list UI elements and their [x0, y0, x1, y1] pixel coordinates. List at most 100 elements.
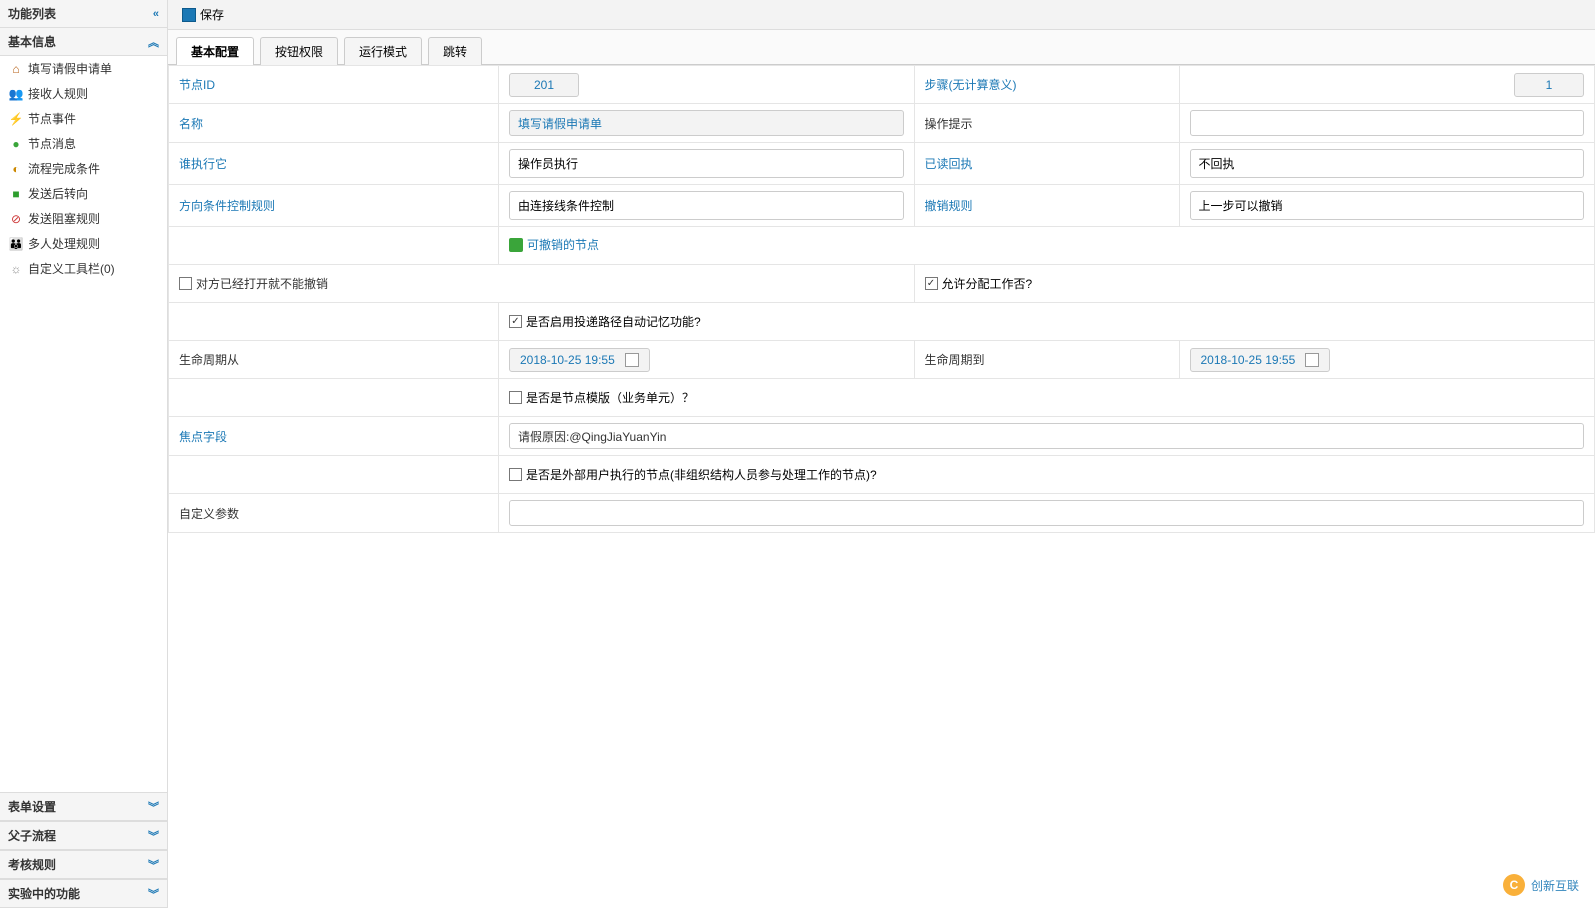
- sidebar-item-label: 发送后转向: [28, 185, 88, 202]
- calendar-icon: [625, 353, 639, 367]
- label-life-to: 生命周期到: [914, 341, 1179, 379]
- sidebar-item-label: 节点事件: [28, 110, 76, 127]
- sidebar: 功能列表 « 基本信息 ︽ ⌂填写请假申请单👥接收人规则⚡节点事件●节点消息◐流…: [0, 0, 168, 908]
- sidebar-footer-0[interactable]: 表单设置 ︾: [0, 792, 167, 821]
- sidebar-item-label: 填写请假申请单: [28, 60, 112, 77]
- label-revoke-rule[interactable]: 撤销规则: [925, 199, 973, 213]
- sidebar-title[interactable]: 功能列表 «: [0, 0, 167, 28]
- sidebar-item-label: 自定义工具栏(0): [28, 260, 115, 277]
- chk-auto-route-label: 是否启用投递路径自动记忆功能?: [526, 313, 701, 330]
- nav-icon: ●: [8, 136, 24, 152]
- label-custom-param: 自定义参数: [169, 494, 499, 533]
- tab-1[interactable]: 按钮权限: [260, 37, 338, 65]
- chk-auto-route[interactable]: 是否启用投递路径自动记忆功能?: [509, 313, 1584, 330]
- sidebar-item-label: 流程完成条件: [28, 160, 100, 177]
- sidebar-item-4[interactable]: ◐流程完成条件: [0, 156, 167, 181]
- calendar-icon: [1305, 353, 1319, 367]
- read-receipt-value: 不回执: [1199, 155, 1235, 172]
- nav-icon: ☼: [8, 261, 24, 277]
- label-step[interactable]: 步骤(无计算意义): [925, 78, 1017, 92]
- custom-param-input[interactable]: [509, 500, 1584, 526]
- op-tip-input[interactable]: [1190, 110, 1585, 136]
- sidebar-footer-2[interactable]: 考核规则 ︾: [0, 850, 167, 879]
- sidebar-footer-label: 实验中的功能: [8, 885, 80, 902]
- life-to-input[interactable]: 2018-10-25 19:55: [1190, 348, 1331, 372]
- label-direction-rule[interactable]: 方向条件控制规则: [179, 199, 275, 213]
- revokable-node-label: 可撤销的节点: [527, 236, 599, 253]
- section-basic-label: 基本信息: [8, 33, 56, 50]
- sidebar-item-2[interactable]: ⚡节点事件: [0, 106, 167, 131]
- checkbox-icon: [179, 277, 192, 290]
- sidebar-item-0[interactable]: ⌂填写请假申请单: [0, 56, 167, 81]
- sidebar-item-label: 发送阻塞规则: [28, 210, 100, 227]
- label-executor[interactable]: 谁执行它: [179, 157, 227, 171]
- sidebar-item-label: 接收人规则: [28, 85, 88, 102]
- save-label: 保存: [200, 6, 224, 23]
- sidebar-item-7[interactable]: 👪多人处理规则: [0, 231, 167, 256]
- tab-0[interactable]: 基本配置: [176, 37, 254, 65]
- read-receipt-dropdown[interactable]: 不回执: [1190, 149, 1585, 178]
- sidebar-item-label: 节点消息: [28, 135, 76, 152]
- chk-allow-assign-label: 允许分配工作否?: [942, 275, 1033, 292]
- life-from-value: 2018-10-25 19:55: [520, 353, 615, 367]
- label-read-receipt[interactable]: 已读回执: [925, 157, 973, 171]
- revokable-node-link[interactable]: 可撤销的节点: [509, 236, 599, 253]
- nav-icon: 👪: [8, 236, 24, 252]
- sidebar-item-1[interactable]: 👥接收人规则: [0, 81, 167, 106]
- chk-external-label: 是否是外部用户执行的节点(非组织结构人员参与处理工作的节点)?: [526, 466, 877, 483]
- node-icon: [509, 238, 523, 252]
- nav-icon: ⚡: [8, 111, 24, 127]
- chk-external[interactable]: 是否是外部用户执行的节点(非组织结构人员参与处理工作的节点)?: [509, 466, 1584, 483]
- checkbox-icon: [509, 391, 522, 404]
- section-basic-header[interactable]: 基本信息 ︽: [0, 28, 167, 56]
- executor-dropdown[interactable]: 操作员执行: [509, 149, 904, 178]
- sidebar-item-8[interactable]: ☼自定义工具栏(0): [0, 256, 167, 281]
- tabs: 基本配置按钮权限运行模式跳转: [168, 30, 1595, 65]
- life-to-value: 2018-10-25 19:55: [1201, 353, 1296, 367]
- sidebar-footer-1[interactable]: 父子流程︾: [0, 821, 167, 850]
- tab-3[interactable]: 跳转: [428, 37, 482, 65]
- sidebar-footer-label: 表单设置: [8, 798, 56, 815]
- label-focus[interactable]: 焦点字段: [179, 430, 227, 444]
- nav-icon: ■: [8, 186, 24, 202]
- expand-icon: ︾: [148, 799, 159, 815]
- step-value: 1: [1514, 73, 1584, 97]
- sidebar-item-6[interactable]: ⊘发送阻塞规则: [0, 206, 167, 231]
- sidebar-item-3[interactable]: ●节点消息: [0, 131, 167, 156]
- save-button[interactable]: 保存: [176, 4, 230, 25]
- revoke-rule-value: 上一步可以撤销: [1199, 197, 1283, 214]
- label-node-id[interactable]: 节点ID: [179, 78, 215, 92]
- watermark-icon: C: [1503, 874, 1525, 896]
- tab-2[interactable]: 运行模式: [344, 37, 422, 65]
- nav-icon: ⊘: [8, 211, 24, 227]
- chk-allow-assign[interactable]: 允许分配工作否?: [925, 275, 1585, 292]
- name-input[interactable]: [509, 110, 904, 136]
- sidebar-footer-3[interactable]: 实验中的功能 ︾: [0, 879, 167, 908]
- expand-icon: ︾: [148, 886, 159, 902]
- label-life-from: 生命周期从: [169, 341, 499, 379]
- sidebar-footer-label: 考核规则: [8, 856, 56, 873]
- label-op-tip: 操作提示: [914, 104, 1179, 143]
- nav-icon: 👥: [8, 86, 24, 102]
- section-collapse-icon: ︽: [148, 34, 159, 50]
- label-name[interactable]: 名称: [179, 117, 203, 131]
- direction-rule-dropdown[interactable]: 由连接线条件控制: [509, 191, 904, 220]
- life-from-input[interactable]: 2018-10-25 19:55: [509, 348, 650, 372]
- form-area: 节点ID 201 步骤(无计算意义) 1 名称 操作提示: [168, 65, 1595, 908]
- chk-is-template[interactable]: 是否是节点模版（业务单元）？: [509, 389, 1584, 406]
- focus-input[interactable]: [509, 423, 1584, 449]
- expand-icon: ︾: [148, 857, 159, 873]
- node-id-value: 201: [509, 73, 579, 97]
- direction-rule-value: 由连接线条件控制: [518, 197, 614, 214]
- revoke-rule-dropdown[interactable]: 上一步可以撤销: [1190, 191, 1585, 220]
- chk-is-template-label: 是否是节点模版（业务单元）？: [526, 389, 694, 406]
- sidebar-item-label: 多人处理规则: [28, 235, 100, 252]
- chk-cannot-revoke-label: 对方已经打开就不能撤销: [196, 275, 328, 292]
- sidebar-footer-label: 父子流程: [8, 827, 56, 844]
- nav-icon: ◐: [8, 161, 24, 177]
- chk-cannot-revoke[interactable]: 对方已经打开就不能撤销: [179, 275, 904, 292]
- sidebar-item-5[interactable]: ■发送后转向: [0, 181, 167, 206]
- executor-value: 操作员执行: [518, 155, 578, 172]
- main-area: 保存 基本配置按钮权限运行模式跳转 节点ID 201 步骤(无计算意义) 1: [168, 0, 1595, 908]
- nav-icon: ⌂: [8, 61, 24, 77]
